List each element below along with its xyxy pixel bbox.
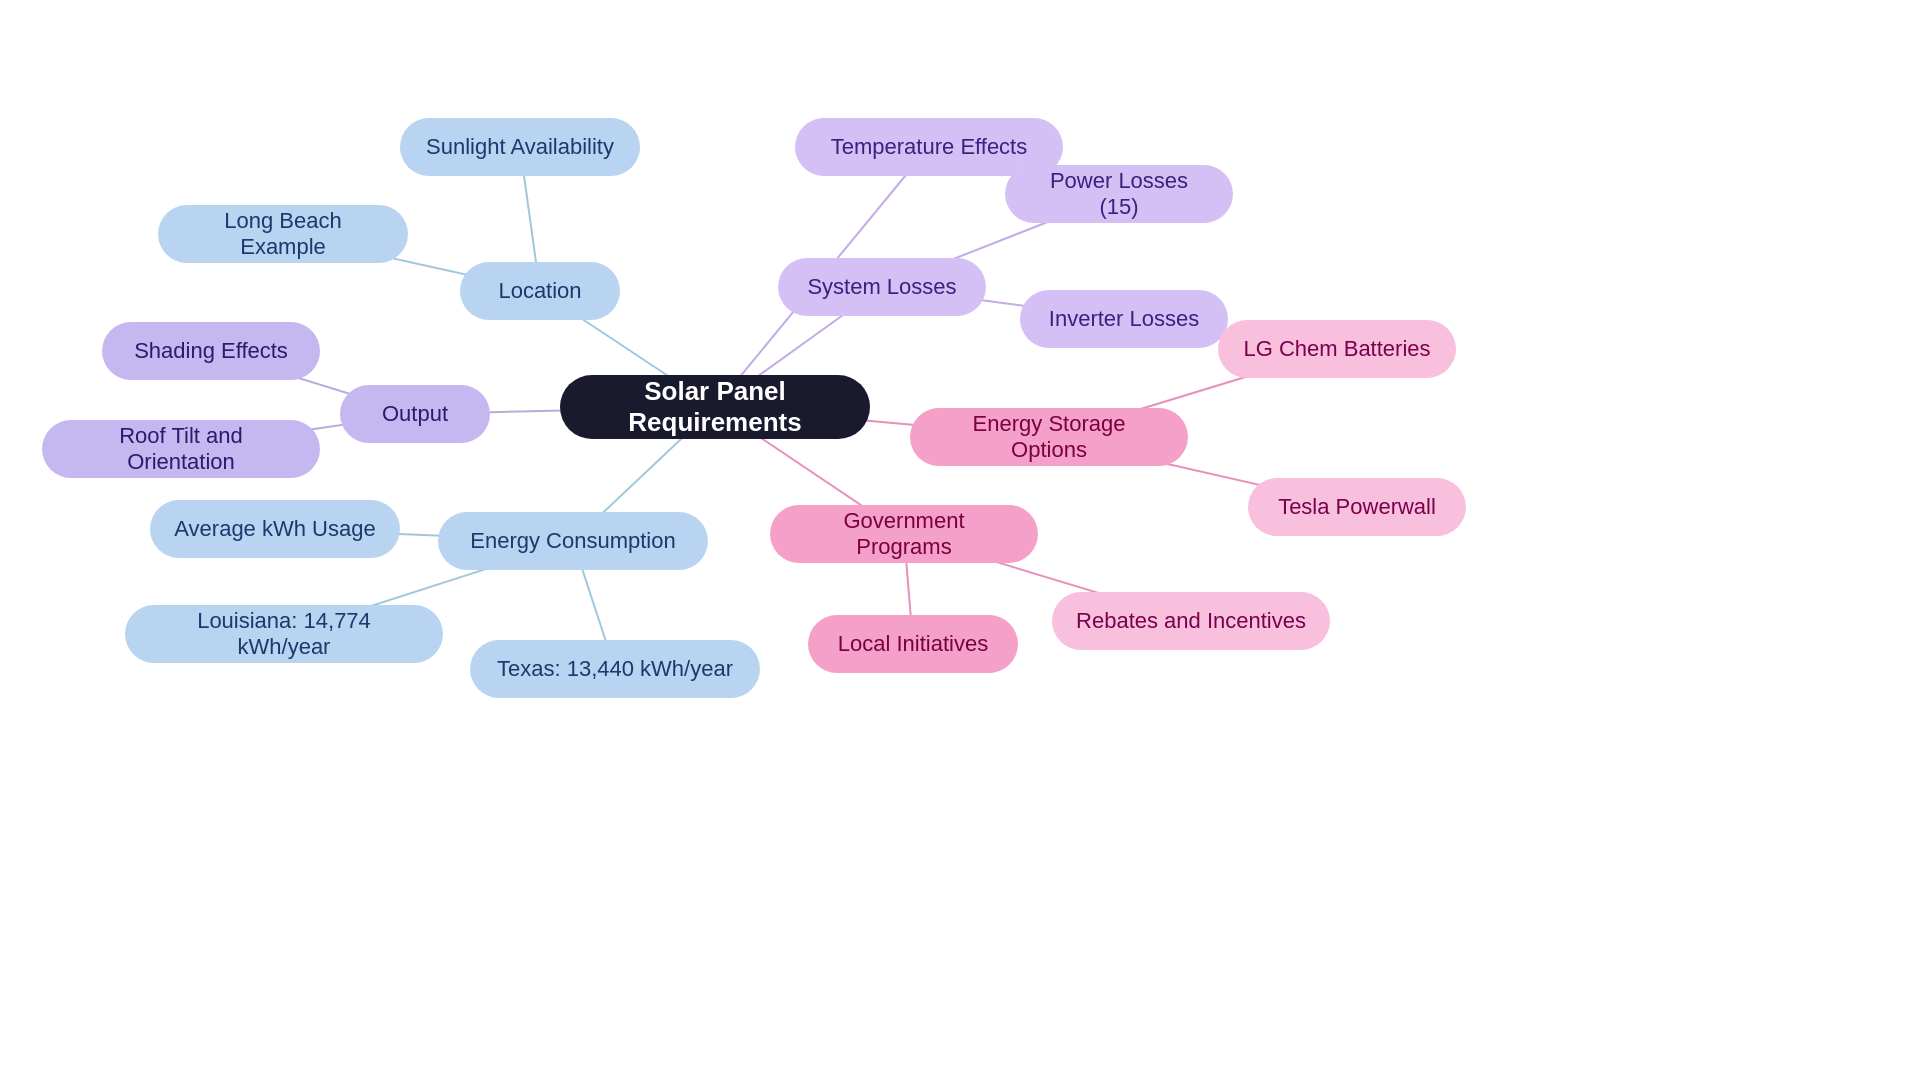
center-node: Solar Panel Requirements — [560, 375, 870, 439]
center-label: Solar Panel Requirements — [600, 376, 830, 438]
power-losses-node: Power Losses (15) — [1005, 165, 1233, 223]
louisiana-label: Louisiana: 14,774 kWh/year — [149, 608, 419, 660]
rebates-node: Rebates and Incentives — [1052, 592, 1330, 650]
avg-kwh-node: Average kWh Usage — [150, 500, 400, 558]
long-beach-node: Long Beach Example — [158, 205, 408, 263]
local-initiatives-node: Local Initiatives — [808, 615, 1018, 673]
energy-consumption-node: Energy Consumption — [438, 512, 708, 570]
sunlight-node: Sunlight Availability — [400, 118, 640, 176]
output-node: Output — [340, 385, 490, 443]
roof-tilt-label: Roof Tilt and Orientation — [66, 423, 296, 475]
roof-tilt-node: Roof Tilt and Orientation — [42, 420, 320, 478]
energy-storage-label: Energy Storage Options — [934, 411, 1164, 463]
system-losses-node: System Losses — [778, 258, 986, 316]
energy-storage-node: Energy Storage Options — [910, 408, 1188, 466]
lg-chem-node: LG Chem Batteries — [1218, 320, 1456, 378]
shading-node: Shading Effects — [102, 322, 320, 380]
system-losses-label: System Losses — [807, 274, 956, 300]
sunlight-label: Sunlight Availability — [426, 134, 614, 160]
power-losses-label: Power Losses (15) — [1029, 168, 1209, 220]
tesla-powerwall-node: Tesla Powerwall — [1248, 478, 1466, 536]
energy-consumption-label: Energy Consumption — [470, 528, 675, 554]
tesla-powerwall-label: Tesla Powerwall — [1278, 494, 1436, 520]
location-label: Location — [498, 278, 581, 304]
rebates-label: Rebates and Incentives — [1076, 608, 1306, 634]
long-beach-label: Long Beach Example — [182, 208, 384, 260]
gov-programs-label: Government Programs — [794, 508, 1014, 560]
temperature-effects-label: Temperature Effects — [831, 134, 1027, 160]
inverter-losses-label: Inverter Losses — [1049, 306, 1199, 332]
location-node: Location — [460, 262, 620, 320]
output-label: Output — [382, 401, 448, 427]
texas-label: Texas: 13,440 kWh/year — [497, 656, 733, 682]
local-initiatives-label: Local Initiatives — [838, 631, 988, 657]
texas-node: Texas: 13,440 kWh/year — [470, 640, 760, 698]
shading-label: Shading Effects — [134, 338, 288, 364]
louisiana-node: Louisiana: 14,774 kWh/year — [125, 605, 443, 663]
lg-chem-label: LG Chem Batteries — [1243, 336, 1430, 362]
avg-kwh-label: Average kWh Usage — [174, 516, 375, 542]
gov-programs-node: Government Programs — [770, 505, 1038, 563]
inverter-losses-node: Inverter Losses — [1020, 290, 1228, 348]
